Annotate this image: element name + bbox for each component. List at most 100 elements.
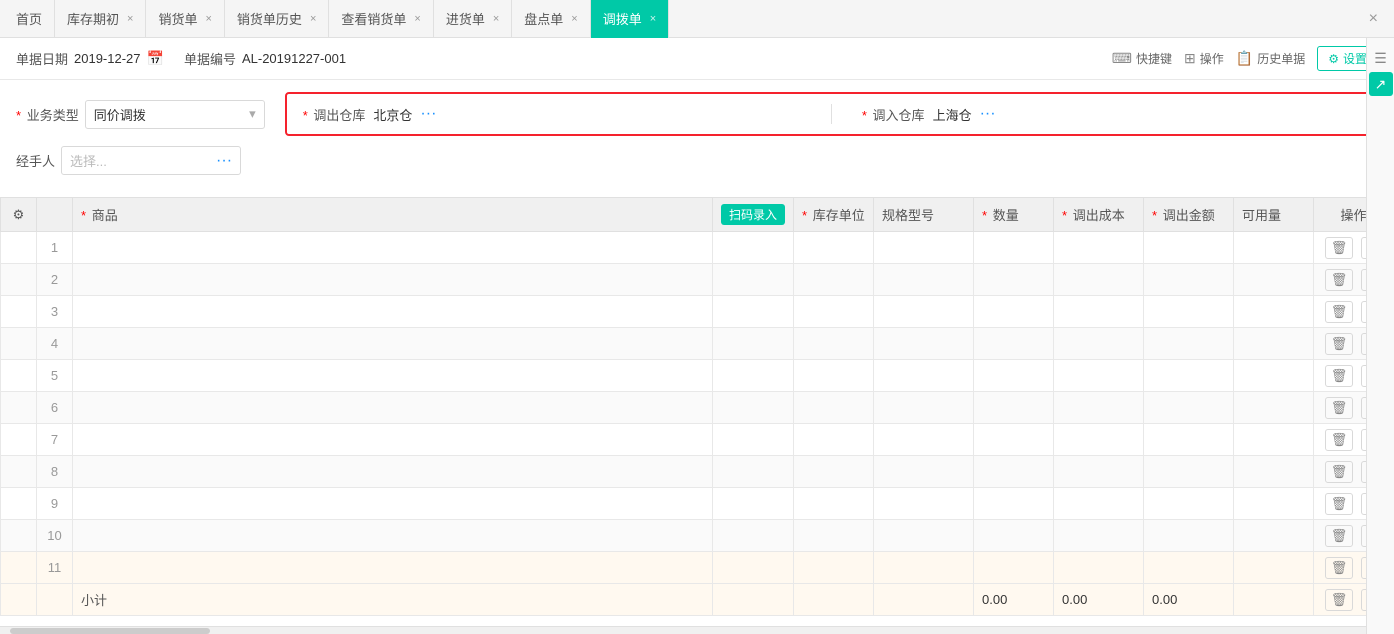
row-amount-11[interactable] bbox=[1144, 552, 1234, 584]
tab-purchase-order-close[interactable]: × bbox=[493, 13, 499, 25]
row-cost-5[interactable] bbox=[1054, 360, 1144, 392]
row-delete-2[interactable]: 🗑 bbox=[1325, 269, 1354, 291]
row-unit-8[interactable] bbox=[794, 456, 874, 488]
row-delete-7[interactable]: 🗑 bbox=[1325, 429, 1354, 451]
row-cost-1[interactable] bbox=[1054, 232, 1144, 264]
row-barcode-7[interactable] bbox=[712, 424, 793, 456]
row-amount-2[interactable] bbox=[1144, 264, 1234, 296]
row-barcode-3[interactable] bbox=[712, 296, 793, 328]
row-amount-7[interactable] bbox=[1144, 424, 1234, 456]
history-action[interactable]: 📋 历史单据 bbox=[1236, 50, 1305, 67]
row-unit-10[interactable] bbox=[794, 520, 874, 552]
row-spec-1[interactable] bbox=[874, 232, 974, 264]
gear-icon[interactable]: ⚙ bbox=[13, 207, 25, 222]
business-type-select[interactable]: 同价调拨 ▾ bbox=[85, 100, 265, 129]
row-available-10[interactable] bbox=[1234, 520, 1314, 552]
row-qty-7[interactable] bbox=[974, 424, 1054, 456]
row-delete-8[interactable]: 🗑 bbox=[1325, 461, 1354, 483]
tab-home[interactable]: 首页 bbox=[4, 0, 55, 38]
row-unit-2[interactable] bbox=[794, 264, 874, 296]
row-delete-11[interactable]: 🗑 bbox=[1325, 557, 1354, 579]
row-delete-4[interactable]: 🗑 bbox=[1325, 333, 1354, 355]
row-amount-3[interactable] bbox=[1144, 296, 1234, 328]
row-delete-6[interactable]: 🗑 bbox=[1325, 397, 1354, 419]
row-unit-7[interactable] bbox=[794, 424, 874, 456]
row-available-2[interactable] bbox=[1234, 264, 1314, 296]
row-amount-5[interactable] bbox=[1144, 360, 1234, 392]
tab-inventory-init-close[interactable]: × bbox=[127, 13, 133, 25]
row-product-7[interactable] bbox=[73, 424, 713, 456]
subtotal-delete[interactable]: 🗑 bbox=[1325, 589, 1354, 611]
row-qty-2[interactable] bbox=[974, 264, 1054, 296]
row-delete-10[interactable]: 🗑 bbox=[1325, 525, 1354, 547]
row-qty-11[interactable] bbox=[974, 552, 1054, 584]
handler-input[interactable]: 选择... ··· bbox=[61, 146, 241, 175]
row-spec-2[interactable] bbox=[874, 264, 974, 296]
source-warehouse-ellipsis[interactable]: ··· bbox=[420, 106, 436, 122]
row-amount-6[interactable] bbox=[1144, 392, 1234, 424]
row-barcode-2[interactable] bbox=[712, 264, 793, 296]
row-unit-3[interactable] bbox=[794, 296, 874, 328]
row-barcode-1[interactable] bbox=[712, 232, 793, 264]
row-product-11[interactable] bbox=[73, 552, 713, 584]
row-qty-3[interactable] bbox=[974, 296, 1054, 328]
row-available-4[interactable] bbox=[1234, 328, 1314, 360]
horizontal-scrollbar[interactable] bbox=[0, 626, 1394, 634]
row-spec-9[interactable] bbox=[874, 488, 974, 520]
row-available-5[interactable] bbox=[1234, 360, 1314, 392]
row-product-9[interactable] bbox=[73, 488, 713, 520]
window-close-button[interactable]: × bbox=[1357, 10, 1390, 28]
shortcut-action[interactable]: ⌨ 快捷键 bbox=[1112, 50, 1172, 67]
scan-button[interactable]: 扫码录入 bbox=[721, 204, 785, 225]
row-unit-9[interactable] bbox=[794, 488, 874, 520]
row-barcode-5[interactable] bbox=[712, 360, 793, 392]
row-qty-5[interactable] bbox=[974, 360, 1054, 392]
row-product-3[interactable] bbox=[73, 296, 713, 328]
row-cost-9[interactable] bbox=[1054, 488, 1144, 520]
row-available-3[interactable] bbox=[1234, 296, 1314, 328]
row-qty-8[interactable] bbox=[974, 456, 1054, 488]
row-available-6[interactable] bbox=[1234, 392, 1314, 424]
row-cost-3[interactable] bbox=[1054, 296, 1144, 328]
row-spec-8[interactable] bbox=[874, 456, 974, 488]
row-spec-6[interactable] bbox=[874, 392, 974, 424]
row-amount-4[interactable] bbox=[1144, 328, 1234, 360]
row-cost-4[interactable] bbox=[1054, 328, 1144, 360]
tab-view-sales[interactable]: 查看销货单 × bbox=[329, 0, 433, 38]
tab-sales-order-close[interactable]: × bbox=[205, 13, 211, 25]
row-amount-8[interactable] bbox=[1144, 456, 1234, 488]
row-qty-6[interactable] bbox=[974, 392, 1054, 424]
sidebar-export-button[interactable]: ↗ bbox=[1369, 72, 1393, 96]
tab-transfer-close[interactable]: × bbox=[650, 13, 656, 25]
row-product-8[interactable] bbox=[73, 456, 713, 488]
row-amount-10[interactable] bbox=[1144, 520, 1234, 552]
row-product-10[interactable] bbox=[73, 520, 713, 552]
row-qty-10[interactable] bbox=[974, 520, 1054, 552]
row-delete-5[interactable]: 🗑 bbox=[1325, 365, 1354, 387]
row-cost-2[interactable] bbox=[1054, 264, 1144, 296]
row-spec-11[interactable] bbox=[874, 552, 974, 584]
row-product-2[interactable] bbox=[73, 264, 713, 296]
row-barcode-6[interactable] bbox=[712, 392, 793, 424]
tab-stocktake-close[interactable]: × bbox=[571, 13, 577, 25]
row-cost-8[interactable] bbox=[1054, 456, 1144, 488]
row-product-1[interactable] bbox=[73, 232, 713, 264]
tab-transfer[interactable]: 调拨单 × bbox=[591, 0, 669, 38]
tab-inventory-init[interactable]: 库存期初 × bbox=[55, 0, 146, 38]
row-amount-9[interactable] bbox=[1144, 488, 1234, 520]
row-delete-3[interactable]: 🗑 bbox=[1325, 301, 1354, 323]
row-product-4[interactable] bbox=[73, 328, 713, 360]
row-amount-1[interactable] bbox=[1144, 232, 1234, 264]
row-qty-9[interactable] bbox=[974, 488, 1054, 520]
row-available-1[interactable] bbox=[1234, 232, 1314, 264]
row-spec-10[interactable] bbox=[874, 520, 974, 552]
row-delete-1[interactable]: 🗑 bbox=[1325, 237, 1354, 259]
row-unit-6[interactable] bbox=[794, 392, 874, 424]
tab-sales-history[interactable]: 销货单历史 × bbox=[225, 0, 329, 38]
sidebar-list-button[interactable]: ☰ bbox=[1369, 46, 1393, 70]
row-spec-3[interactable] bbox=[874, 296, 974, 328]
row-unit-5[interactable] bbox=[794, 360, 874, 392]
row-spec-5[interactable] bbox=[874, 360, 974, 392]
row-cost-10[interactable] bbox=[1054, 520, 1144, 552]
row-qty-4[interactable] bbox=[974, 328, 1054, 360]
